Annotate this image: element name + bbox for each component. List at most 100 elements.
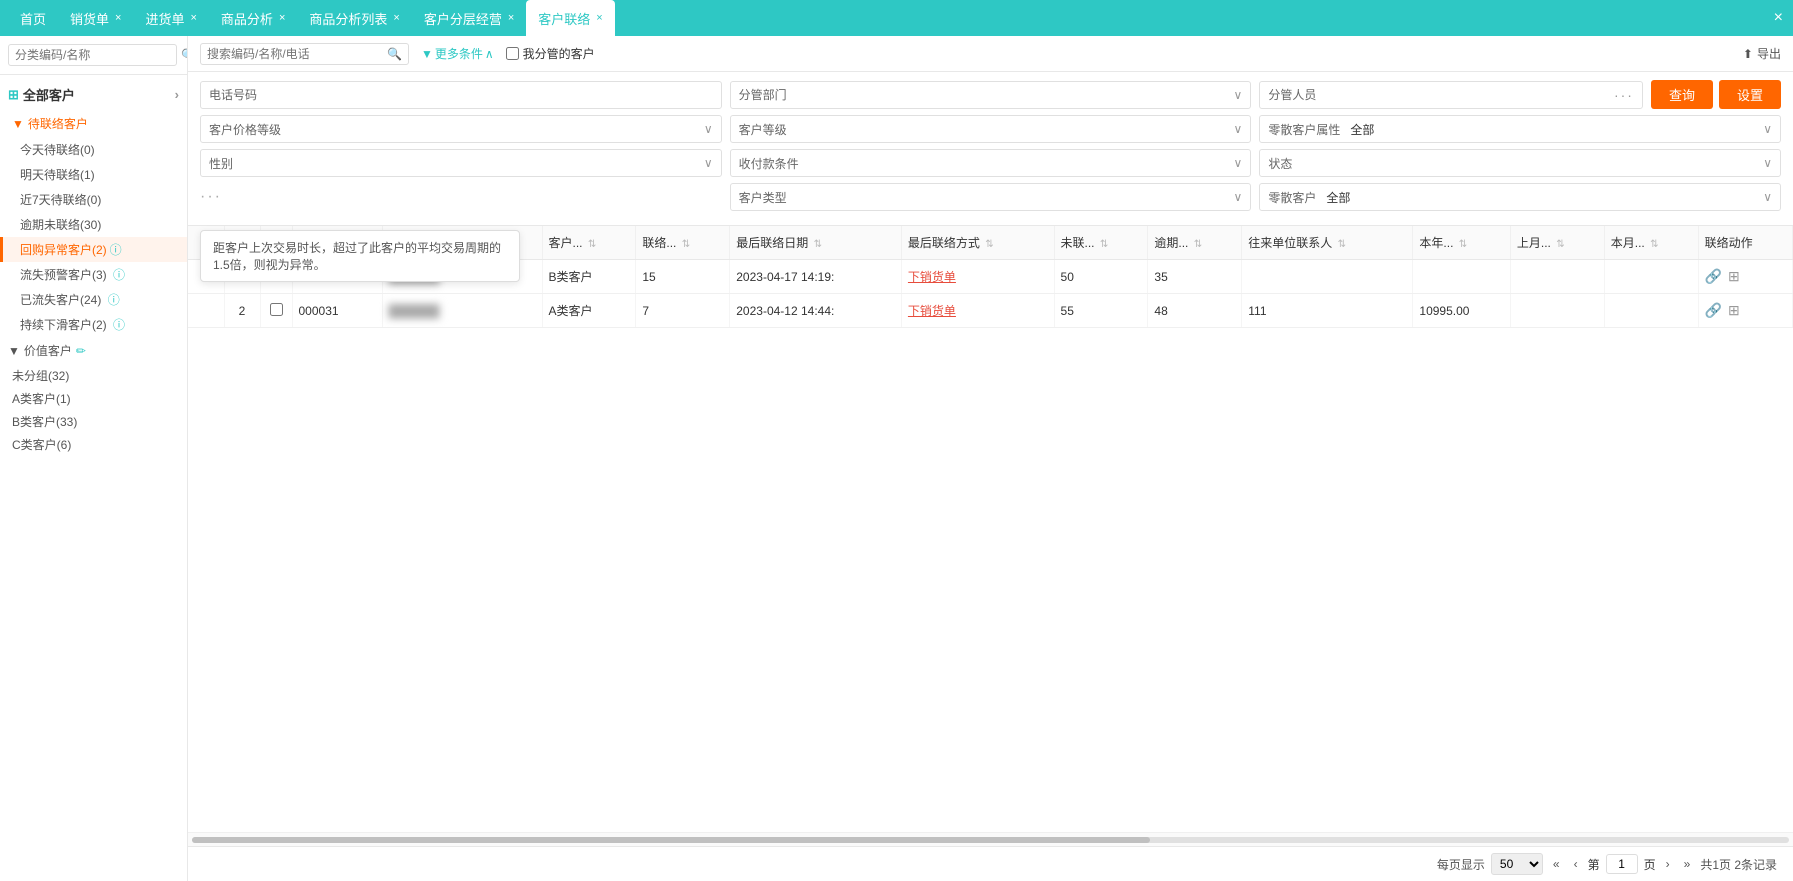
close-analysis-list-tab[interactable]: × [393, 12, 399, 24]
last-page-btn[interactable]: » [1680, 855, 1695, 873]
retail-customer-filter[interactable]: 零散客户 全部 ∨ [1259, 183, 1781, 211]
nav-sales[interactable]: 销货单 × [58, 0, 133, 36]
sort-type: ⇅ [588, 239, 596, 250]
sidebar-item-repurchase-abnormal[interactable]: 回购异常客户(2) ⓘ [0, 237, 187, 262]
dept-filter[interactable]: 分管部门 ∨ [730, 81, 1252, 109]
all-customers-header[interactable]: ⊞ 全部客户 › [0, 79, 187, 110]
page-input[interactable] [1606, 854, 1638, 874]
row2-link-icon[interactable]: 🔗 [1705, 302, 1722, 319]
sort-method: ⇅ [985, 239, 993, 250]
sidebar-item-loss-warning[interactable]: 流失预警客户(3) ⓘ [0, 262, 187, 287]
close-sales-tab[interactable]: × [115, 12, 121, 24]
pending-section-label[interactable]: ▼ 待联络客户 [0, 110, 187, 137]
sidebar-item-declining[interactable]: 持续下滑客户(2) ⓘ [0, 312, 187, 337]
sort-contact: ⇅ [682, 239, 690, 250]
sidebar-item-b-class[interactable]: B类客户(33) [0, 410, 187, 433]
more-conditions-btn[interactable]: ▼ 更多条件 ∧ [415, 42, 500, 65]
th-overdue[interactable]: 逾期... ⇅ [1148, 226, 1242, 260]
repurchase-info-icon[interactable]: ⓘ [110, 241, 122, 258]
table-row: 2 000031 ██████ A类客户 7 2023-04-12 14:44:… [188, 294, 1793, 328]
close-purchase-tab[interactable]: × [190, 12, 196, 24]
th-type[interactable]: 客户... ⇅ [542, 226, 636, 260]
retail-customer-arrow: ∨ [1763, 190, 1772, 204]
sidebar-search-input[interactable] [8, 44, 177, 66]
th-last-contact-method[interactable]: 最后联络方式 ⇅ [901, 226, 1054, 260]
settings-button[interactable]: 设置 [1719, 80, 1781, 109]
row1-actions: 🔗 ⊞ [1698, 260, 1792, 294]
scroll-thumb[interactable] [192, 837, 1150, 843]
manager-filter-wrapper: 分管人员 ··· 查询 设置 [1259, 80, 1781, 109]
close-customer-contact-tab[interactable]: × [596, 12, 602, 24]
sidebar: 🔍 ⊞ 全部客户 › ▼ 待联络客户 今天待联络(0) 明天待联络(1) 近7天… [0, 36, 188, 881]
row1-grid-icon[interactable]: ⊞ [1728, 268, 1740, 285]
sidebar-item-7day-pending[interactable]: 近7天待联络(0) [0, 187, 187, 212]
close-analysis-tab[interactable]: × [279, 12, 285, 24]
my-customer-check[interactable] [506, 47, 519, 60]
sidebar-search-area: 🔍 [0, 36, 187, 75]
th-uncontact[interactable]: 未联... ⇅ [1054, 226, 1148, 260]
th-this-month[interactable]: 本月... ⇅ [1604, 226, 1698, 260]
first-page-btn[interactable]: « [1549, 855, 1564, 873]
gender-arrow: ∨ [704, 156, 713, 170]
retail-attr-arrow: ∨ [1763, 122, 1772, 136]
th-this-year[interactable]: 本年... ⇅ [1413, 226, 1510, 260]
nav-customer-contact[interactable]: 客户联络 × [526, 0, 614, 36]
row2-last-date: 2023-04-12 14:44: [730, 294, 902, 328]
advanced-filter: 电话号码 分管部门 ∨ 分管人员 ··· 查询 设置 [188, 72, 1793, 226]
th-contact[interactable]: 联络... ⇅ [636, 226, 730, 260]
sidebar-item-lost-customers[interactable]: 已流失客户(24) ⓘ [0, 287, 187, 312]
close-all-tabs[interactable]: × [1774, 9, 1783, 27]
scroll-track[interactable] [192, 837, 1789, 843]
row1-last-method[interactable]: 下销货单 [901, 260, 1054, 294]
sort-last-month: ⇅ [1556, 239, 1564, 250]
prev-page-btn[interactable]: ‹ [1570, 855, 1582, 873]
query-button[interactable]: 查询 [1651, 80, 1713, 109]
row2-check[interactable] [260, 294, 292, 328]
search-box[interactable]: 🔍 [200, 43, 409, 65]
sidebar-item-tomorrow-pending[interactable]: 明天待联络(1) [0, 162, 187, 187]
nav-analysis[interactable]: 商品分析 × [209, 0, 297, 36]
sidebar-item-overdue-pending[interactable]: 逾期未联络(30) [0, 212, 187, 237]
search-input[interactable] [207, 47, 387, 61]
chevron-up-icon: ∧ [485, 47, 494, 61]
nav-customer-tier[interactable]: 客户分层经营 × [412, 0, 526, 36]
page-size-select[interactable]: 50 [1491, 853, 1543, 875]
row2-checkbox[interactable] [270, 303, 283, 316]
customer-type-filter[interactable]: 客户类型 ∨ [730, 183, 1252, 211]
value-customer-section[interactable]: ▼ 价值客户 ✏ [0, 337, 187, 364]
lost-customers-info-icon: ⓘ [108, 293, 120, 307]
price-level-filter[interactable]: 客户价格等级 ∨ [200, 115, 722, 143]
row1-link-icon[interactable]: 🔗 [1705, 268, 1722, 285]
main-layout: 🔍 ⊞ 全部客户 › ▼ 待联络客户 今天待联络(0) 明天待联络(1) 近7天… [0, 36, 1793, 881]
phone-filter[interactable]: 电话号码 [200, 81, 722, 109]
tooltip-popup: 距客户上次交易时长，超过了此客户的平均交易周期的1.5倍，则视为异常。 [200, 230, 520, 282]
th-partner-contact[interactable]: 往来单位联系人 ⇅ [1242, 226, 1413, 260]
customer-level-filter[interactable]: 客户等级 ∨ [730, 115, 1252, 143]
sort-this-month: ⇅ [1650, 239, 1658, 250]
next-page-btn[interactable]: › [1662, 855, 1674, 873]
th-last-month[interactable]: 上月... ⇅ [1510, 226, 1604, 260]
nav-analysis-list[interactable]: 商品分析列表 × [297, 0, 411, 36]
row2-grid-icon[interactable]: ⊞ [1728, 302, 1740, 319]
gender-filter[interactable]: 性别 ∨ [200, 149, 722, 177]
sidebar-item-ungrouped[interactable]: 未分组(32) [0, 364, 187, 387]
row2-last-method[interactable]: 下销货单 [901, 294, 1054, 328]
sidebar-item-today-pending[interactable]: 今天待联络(0) [0, 137, 187, 162]
nav-purchase[interactable]: 进货单 × [133, 0, 208, 36]
edit-icon[interactable]: ✏ [76, 344, 86, 358]
retail-attr-filter[interactable]: 零散客户属性 全部 ∨ [1259, 115, 1781, 143]
th-last-contact-date[interactable]: 最后联络日期 ⇅ [730, 226, 902, 260]
my-customer-checkbox[interactable]: 我分管的客户 [506, 45, 595, 62]
export-btn[interactable]: ⬆ 导出 [1743, 45, 1781, 62]
row2-overdue: 48 [1148, 294, 1242, 328]
sidebar-item-c-class[interactable]: C类客户(6) [0, 433, 187, 456]
payment-filter[interactable]: 收付款条件 ∨ [730, 149, 1252, 177]
status-filter[interactable]: 状态 ∨ [1259, 149, 1781, 177]
nav-home[interactable]: 首页 [8, 0, 58, 36]
close-customer-tier-tab[interactable]: × [508, 12, 514, 24]
sidebar-item-a-class[interactable]: A类客户(1) [0, 387, 187, 410]
sidebar-search-icon[interactable]: 🔍 [181, 48, 188, 62]
horizontal-scrollbar[interactable] [188, 832, 1793, 846]
extra-dots: ··· [200, 188, 222, 206]
manager-filter[interactable]: 分管人员 ··· [1259, 81, 1643, 109]
